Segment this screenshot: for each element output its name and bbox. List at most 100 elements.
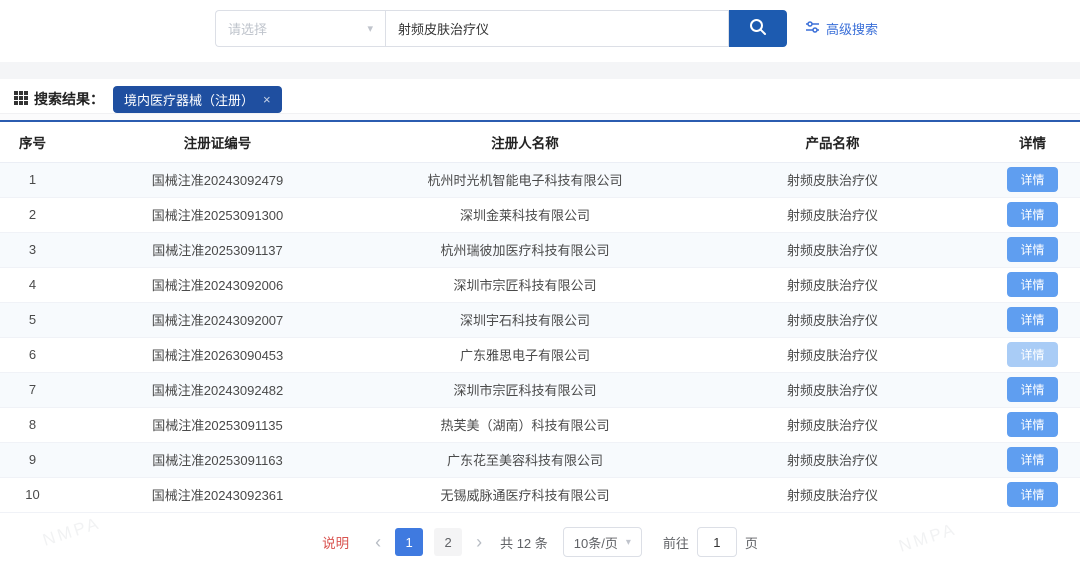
product-name: 射频皮肤治疗仪 <box>680 407 985 442</box>
detail-button[interactable]: 详情 <box>1007 167 1057 192</box>
goto-prefix: 前往 <box>663 533 689 552</box>
product-name: 射频皮肤治疗仪 <box>680 477 985 512</box>
row-index: 4 <box>0 267 65 302</box>
sub-separator <box>0 113 1080 120</box>
results-table: 序号 注册证编号 注册人名称 产品名称 详情 1 国械注准20243092479… <box>0 122 1080 513</box>
filter-tag-label: 境内医疗器械（注册） <box>124 90 254 109</box>
page-button-2[interactable]: 2 <box>434 528 462 556</box>
row-index: 10 <box>0 477 65 512</box>
product-name: 射频皮肤治疗仪 <box>680 232 985 267</box>
filter-tag: 境内医疗器械（注册） × <box>113 86 282 113</box>
chevron-down-icon: ▾ <box>367 22 373 35</box>
cert-number: 国械注准20253091135 <box>65 407 370 442</box>
detail-button[interactable]: 详情 <box>1007 307 1057 332</box>
results-label: 搜索结果： <box>34 89 104 109</box>
product-name: 射频皮肤治疗仪 <box>680 267 985 302</box>
row-index: 5 <box>0 302 65 337</box>
product-name: 射频皮肤治疗仪 <box>680 302 985 337</box>
product-name: 射频皮肤治疗仪 <box>680 162 985 197</box>
table-row: 2 国械注准20253091300 深圳金莱科技有限公司 射频皮肤治疗仪 详情 <box>0 197 1080 232</box>
results-label-wrap: 搜索结果： <box>14 89 104 109</box>
page-size-select[interactable]: 10条/页 ▾ <box>563 527 642 557</box>
pagination-bar: 说明 ‹ 1 2 › 共 12 条 10条/页 ▾ 前往 页 <box>0 527 1080 557</box>
detail-cell: 详情 <box>985 232 1080 267</box>
table-row: 5 国械注准20243092007 深圳宇石科技有限公司 射频皮肤治疗仪 详情 <box>0 302 1080 337</box>
table-row: 9 国械注准20253091163 广东花至美容科技有限公司 射频皮肤治疗仪 详… <box>0 442 1080 477</box>
registrant-name: 无锡威脉通医疗科技有限公司 <box>370 477 680 512</box>
detail-button[interactable]: 详情 <box>1007 377 1057 402</box>
detail-cell: 详情 <box>985 407 1080 442</box>
advanced-search-link[interactable]: 高级搜索 <box>805 19 878 38</box>
page-button-1[interactable]: 1 <box>395 528 423 556</box>
cert-number: 国械注准20243092479 <box>65 162 370 197</box>
detail-button[interactable]: 详情 <box>1007 272 1057 297</box>
cert-number: 国械注准20253091163 <box>65 442 370 477</box>
close-icon[interactable]: × <box>263 93 271 106</box>
detail-cell: 详情 <box>985 302 1080 337</box>
product-name: 射频皮肤治疗仪 <box>680 337 985 372</box>
cert-number: 国械注准20263090453 <box>65 337 370 372</box>
header-no: 序号 <box>0 122 65 162</box>
registrant-name: 广东雅思电子有限公司 <box>370 337 680 372</box>
product-name: 射频皮肤治疗仪 <box>680 372 985 407</box>
goto-page-input[interactable] <box>697 527 737 557</box>
cert-number: 国械注准20243092482 <box>65 372 370 407</box>
header-cert: 注册证编号 <box>65 122 370 162</box>
detail-cell: 详情 <box>985 477 1080 512</box>
table-header-row: 序号 注册证编号 注册人名称 产品名称 详情 <box>0 122 1080 162</box>
table-row: 3 国械注准20253091137 杭州瑞彼加医疗科技有限公司 射频皮肤治疗仪 … <box>0 232 1080 267</box>
cert-number: 国械注准20243092006 <box>65 267 370 302</box>
table-row: 10 国械注准20243092361 无锡威脉通医疗科技有限公司 射频皮肤治疗仪… <box>0 477 1080 512</box>
category-select-placeholder: 请选择 <box>228 19 267 38</box>
header-detail: 详情 <box>985 122 1080 162</box>
registrant-name: 热芙美（湖南）科技有限公司 <box>370 407 680 442</box>
detail-button[interactable]: 详情 <box>1007 342 1057 367</box>
prev-page-button[interactable]: ‹ <box>372 533 384 551</box>
header-product: 产品名称 <box>680 122 985 162</box>
table-row: 8 国械注准20253091135 热芙美（湖南）科技有限公司 射频皮肤治疗仪 … <box>0 407 1080 442</box>
registrant-name: 广东花至美容科技有限公司 <box>370 442 680 477</box>
row-index: 6 <box>0 337 65 372</box>
page-size-value: 10条/页 <box>574 533 618 552</box>
detail-button[interactable]: 详情 <box>1007 237 1057 262</box>
results-bar: 搜索结果： 境内医疗器械（注册） × <box>14 84 282 114</box>
category-select[interactable]: 请选择 ▾ <box>215 10 385 47</box>
grid-icon <box>14 91 28 108</box>
detail-button[interactable]: 详情 <box>1007 202 1057 227</box>
row-index: 8 <box>0 407 65 442</box>
sliders-icon <box>805 20 820 37</box>
table-row: 6 国械注准20263090453 广东雅思电子有限公司 射频皮肤治疗仪 详情 <box>0 337 1080 372</box>
registrant-name: 深圳宇石科技有限公司 <box>370 302 680 337</box>
product-name: 射频皮肤治疗仪 <box>680 442 985 477</box>
row-index: 9 <box>0 442 65 477</box>
cert-number: 国械注准20253091137 <box>65 232 370 267</box>
search-button[interactable] <box>729 10 787 47</box>
product-name: 射频皮肤治疗仪 <box>680 197 985 232</box>
next-page-button[interactable]: › <box>473 533 485 551</box>
cert-number: 国械注准20243092007 <box>65 302 370 337</box>
table-row: 1 国械注准20243092479 杭州时光机智能电子科技有限公司 射频皮肤治疗… <box>0 162 1080 197</box>
header-registrant: 注册人名称 <box>370 122 680 162</box>
table-row: 7 国械注准20243092482 深圳市宗匠科技有限公司 射频皮肤治疗仪 详情 <box>0 372 1080 407</box>
advanced-search-label: 高级搜索 <box>826 19 878 38</box>
registrant-name: 杭州瑞彼加医疗科技有限公司 <box>370 232 680 267</box>
note-link[interactable]: 说明 <box>322 532 349 552</box>
detail-button[interactable]: 详情 <box>1007 482 1057 507</box>
registrant-name: 杭州时光机智能电子科技有限公司 <box>370 162 680 197</box>
goto-suffix: 页 <box>745 533 758 552</box>
separator-band <box>0 62 1080 79</box>
cert-number: 国械注准20243092361 <box>65 477 370 512</box>
detail-button[interactable]: 详情 <box>1007 447 1057 472</box>
detail-button[interactable]: 详情 <box>1007 412 1057 437</box>
table-row: 4 国械注准20243092006 深圳市宗匠科技有限公司 射频皮肤治疗仪 详情 <box>0 267 1080 302</box>
cert-number: 国械注准20253091300 <box>65 197 370 232</box>
row-index: 1 <box>0 162 65 197</box>
detail-cell: 详情 <box>985 337 1080 372</box>
detail-cell: 详情 <box>985 197 1080 232</box>
row-index: 7 <box>0 372 65 407</box>
search-input[interactable] <box>385 10 729 47</box>
registrant-name: 深圳市宗匠科技有限公司 <box>370 372 680 407</box>
row-index: 2 <box>0 197 65 232</box>
registrant-name: 深圳金莱科技有限公司 <box>370 197 680 232</box>
total-count: 共 12 条 <box>500 533 548 552</box>
